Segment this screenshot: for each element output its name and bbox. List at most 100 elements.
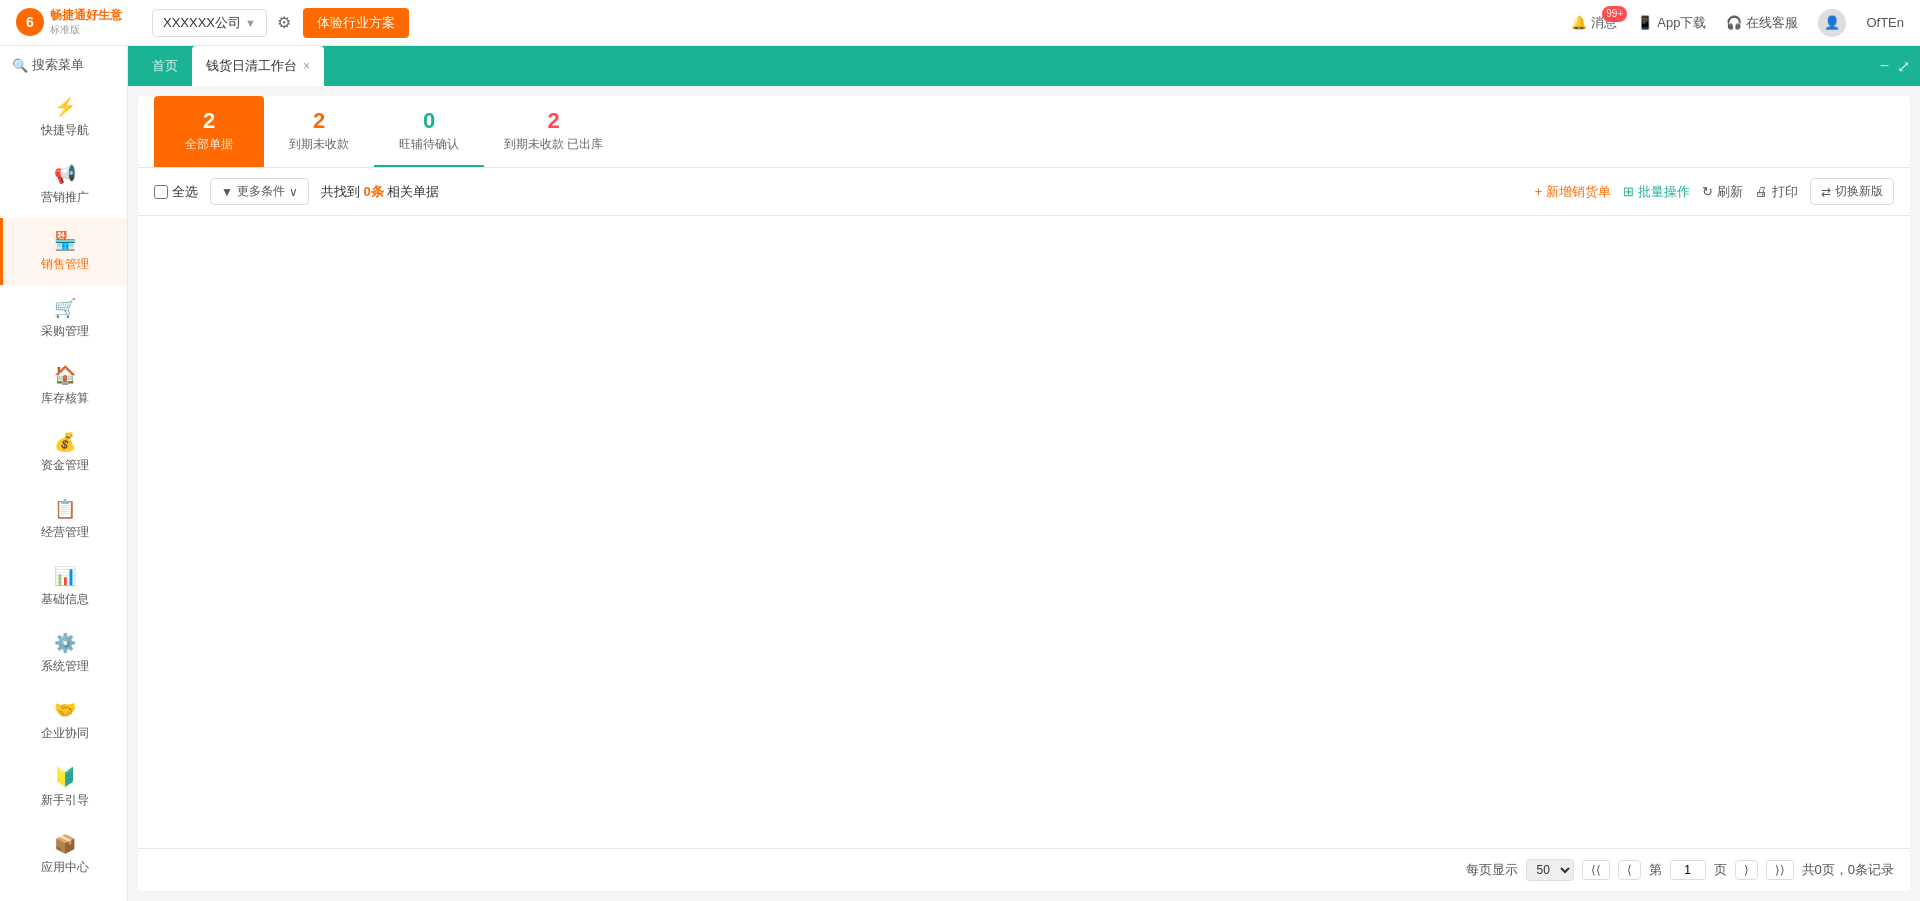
per-page-label: 每页显示 bbox=[1466, 861, 1518, 879]
basic-info-icon: 📊 bbox=[54, 565, 76, 587]
not-shipped-label: 到期未收款 已出库 bbox=[504, 136, 603, 153]
chevron-down-icon: ▼ bbox=[245, 17, 256, 29]
sidebar-item-system[interactable]: ⚙️ 系统管理 bbox=[0, 620, 127, 687]
message-badge: 99+ bbox=[1602, 6, 1627, 22]
company-name: XXXXXX公司 bbox=[163, 14, 241, 32]
sidebar-item-wechat[interactable]: 💬 企业微信 bbox=[0, 888, 127, 901]
tab-expand-icon[interactable]: ⤢ bbox=[1897, 57, 1910, 76]
tab-active[interactable]: 钱货日清工作台 × bbox=[192, 46, 324, 86]
sidebar-item-operations[interactable]: 📋 经营管理 bbox=[0, 486, 127, 553]
last-page-btn[interactable]: ⟩⟩ bbox=[1766, 860, 1794, 880]
tab-minimize-icon[interactable]: − bbox=[1880, 57, 1889, 75]
quick-nav-icon: ⚡ bbox=[54, 96, 76, 118]
new-sale-btn[interactable]: + 新增销货单 bbox=[1535, 183, 1611, 201]
page-input[interactable] bbox=[1670, 860, 1706, 880]
page-label-end: 页 bbox=[1714, 861, 1727, 879]
filter-icon: ▼ bbox=[221, 185, 233, 199]
message-button[interactable]: 🔔 消息 99+ bbox=[1571, 14, 1617, 32]
sales-icon: 🏪 bbox=[54, 230, 76, 252]
not-shipped-num: 2 bbox=[548, 108, 560, 134]
operations-icon: 📋 bbox=[54, 498, 76, 520]
logo-area: 6 畅捷通好生意 标准版 bbox=[16, 8, 144, 36]
inventory-icon: 🏠 bbox=[54, 364, 76, 386]
sidebar-item-label: 企业协同 bbox=[41, 725, 89, 742]
total-label: 共0页，0条记录 bbox=[1802, 861, 1894, 879]
stat-tab-pending[interactable]: 0 旺辅待确认 bbox=[374, 96, 484, 167]
select-all-label: 全选 bbox=[172, 183, 198, 201]
avatar[interactable]: 👤 bbox=[1818, 9, 1846, 37]
overdue-label: 到期未收款 bbox=[289, 136, 349, 153]
sidebar-item-label: 快捷导航 bbox=[41, 122, 89, 139]
print-btn[interactable]: 🖨 打印 bbox=[1755, 183, 1798, 201]
search-icon: 🔍 bbox=[12, 58, 28, 73]
switch-icon: ⇄ bbox=[1821, 185, 1831, 199]
sidebar-item-basic-info[interactable]: 📊 基础信息 bbox=[0, 553, 127, 620]
app-download-button[interactable]: 📱 App下载 bbox=[1637, 14, 1706, 32]
logo-line1: 畅捷通好生意 bbox=[50, 8, 122, 22]
sidebar-item-inventory[interactable]: 🏠 库存核算 bbox=[0, 352, 127, 419]
chevron-down-icon: ∨ bbox=[289, 185, 298, 199]
tab-home[interactable]: 首页 bbox=[138, 46, 192, 86]
bell-icon: 🔔 bbox=[1571, 15, 1587, 30]
select-all-checkbox[interactable] bbox=[154, 185, 168, 199]
sidebar-item-label: 库存核算 bbox=[41, 390, 89, 407]
sidebar-item-label: 营销推广 bbox=[41, 189, 89, 206]
found-count: 0条 bbox=[364, 184, 384, 199]
select-all-area: 全选 bbox=[154, 183, 198, 201]
guide-icon: 🔰 bbox=[54, 766, 76, 788]
content-inner: 2 全部单据 2 到期未收款 0 旺辅待确认 2 到期未收款 已出库 全选 bbox=[138, 96, 1910, 891]
sidebar-item-finance[interactable]: 💰 资金管理 bbox=[0, 419, 127, 486]
sidebar-item-guide[interactable]: 🔰 新手引导 bbox=[0, 754, 127, 821]
tab-close-icon[interactable]: × bbox=[303, 59, 310, 73]
per-page-select[interactable]: 50 bbox=[1526, 859, 1574, 881]
refresh-label: 刷新 bbox=[1717, 183, 1743, 201]
avatar-icon: 👤 bbox=[1824, 15, 1840, 30]
purchase-icon: 🛒 bbox=[54, 297, 76, 319]
batch-ops-btn[interactable]: ⊞ 批量操作 bbox=[1623, 183, 1690, 201]
company-selector[interactable]: XXXXXX公司 ▼ bbox=[152, 9, 267, 37]
header-right: 🔔 消息 99+ 📱 App下载 🎧 在线客服 👤 OfTEn bbox=[1571, 9, 1904, 37]
switch-label: 切换新版 bbox=[1835, 183, 1883, 200]
marketing-icon: 📢 bbox=[54, 163, 76, 185]
sidebar-search[interactable]: 🔍 搜索菜单 bbox=[0, 46, 127, 84]
pagination: 每页显示 50 ⟨⟨ ⟨ 第 页 ⟩ ⟩⟩ 共0页，0条记录 bbox=[138, 848, 1910, 891]
overdue-num: 2 bbox=[313, 108, 325, 134]
batch-icon: ⊞ bbox=[1623, 184, 1634, 199]
sidebar-item-sales[interactable]: 🏪 销售管理 bbox=[0, 218, 127, 285]
toolbar-right: + 新增销货单 ⊞ 批量操作 ↻ 刷新 🖨 打印 ⇄ 切换新版 bbox=[1535, 178, 1894, 205]
refresh-icon: ↻ bbox=[1702, 184, 1713, 199]
settings-icon[interactable]: ⚙ bbox=[277, 13, 291, 32]
switch-version-btn[interactable]: ⇄ 切换新版 bbox=[1810, 178, 1894, 205]
sidebar-item-quick-nav[interactable]: ⚡ 快捷导航 bbox=[0, 84, 127, 151]
stat-tab-not-shipped[interactable]: 2 到期未收款 已出库 bbox=[484, 96, 623, 167]
sidebar-item-label: 销售管理 bbox=[41, 256, 89, 273]
next-page-btn[interactable]: ⟩ bbox=[1735, 860, 1758, 880]
sidebar-item-label: 资金管理 bbox=[41, 457, 89, 474]
found-suffix: 相关单据 bbox=[387, 184, 439, 199]
prev-page-btn[interactable]: ⟨ bbox=[1618, 860, 1641, 880]
enterprise-icon: 🤝 bbox=[54, 699, 76, 721]
tab-controls: − ⤢ bbox=[1880, 57, 1910, 76]
print-label: 打印 bbox=[1772, 183, 1798, 201]
stat-tab-overdue[interactable]: 2 到期未收款 bbox=[264, 96, 374, 167]
print-icon: 🖨 bbox=[1755, 184, 1768, 199]
toolbar: 全选 ▼ 更多条件 ∨ 共找到 0条 相关单据 + 新增销货单 ⊞ 批量操作 ↻ bbox=[138, 168, 1910, 216]
online-service-button[interactable]: 🎧 在线客服 bbox=[1726, 14, 1798, 32]
sidebar-item-marketing[interactable]: 📢 营销推广 bbox=[0, 151, 127, 218]
sidebar-item-purchase[interactable]: 🛒 采购管理 bbox=[0, 285, 127, 352]
stat-tab-all[interactable]: 2 全部单据 bbox=[154, 96, 264, 167]
more-filters-label: 更多条件 bbox=[237, 183, 285, 200]
sidebar-item-app-center[interactable]: 📦 应用中心 bbox=[0, 821, 127, 888]
refresh-btn[interactable]: ↻ 刷新 bbox=[1702, 183, 1743, 201]
tab-home-label: 首页 bbox=[152, 57, 178, 75]
finance-icon: 💰 bbox=[54, 431, 76, 453]
pending-num: 0 bbox=[423, 108, 435, 134]
system-icon: ⚙️ bbox=[54, 632, 76, 654]
sidebar-item-label: 基础信息 bbox=[41, 591, 89, 608]
experience-btn[interactable]: 体验行业方案 bbox=[303, 8, 409, 38]
sidebar-item-enterprise[interactable]: 🤝 企业协同 bbox=[0, 687, 127, 754]
more-filters-btn[interactable]: ▼ 更多条件 ∨ bbox=[210, 178, 309, 205]
sidebar-item-label: 经营管理 bbox=[41, 524, 89, 541]
batch-ops-label: 批量操作 bbox=[1638, 183, 1690, 201]
first-page-btn[interactable]: ⟨⟨ bbox=[1582, 860, 1610, 880]
